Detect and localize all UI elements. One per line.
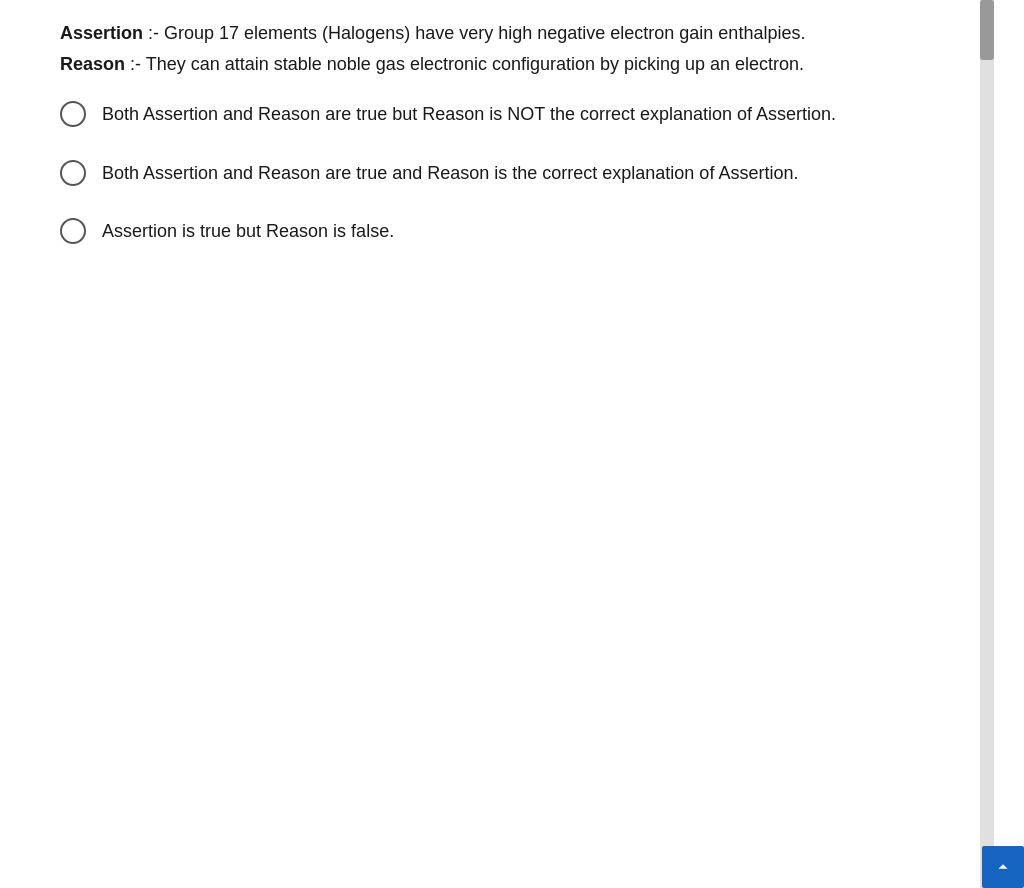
assertion-label: Assertion (60, 23, 143, 43)
assertion-text: Group 17 elements (Halogens) have very h… (164, 23, 805, 43)
radio-option-3[interactable] (60, 218, 86, 244)
reason-label: Reason (60, 54, 125, 74)
chevron-up-icon (992, 856, 1014, 878)
reason-text: They can attain stable noble gas electro… (146, 54, 804, 74)
option-text-3: Assertion is true but Reason is false. (102, 216, 952, 247)
option-item-2[interactable]: Both Assertion and Reason are true and R… (60, 158, 952, 189)
scrollbar-thumb[interactable] (980, 0, 994, 60)
question-block: Assertion :- Group 17 elements (Halogens… (60, 18, 952, 79)
content-area: Assertion :- Group 17 elements (Halogens… (0, 0, 980, 888)
radio-option-1[interactable] (60, 101, 86, 127)
nav-up-button[interactable] (982, 846, 1024, 888)
scrollbar[interactable] (980, 0, 994, 888)
assertion-separator: :- (143, 23, 164, 43)
options-list: Both Assertion and Reason are true but R… (60, 99, 952, 247)
option-item-3[interactable]: Assertion is true but Reason is false. (60, 216, 952, 247)
reason-separator: :- (125, 54, 146, 74)
radio-option-2[interactable] (60, 160, 86, 186)
question-text: Assertion :- Group 17 elements (Halogens… (60, 18, 952, 79)
page-container: Assertion :- Group 17 elements (Halogens… (0, 0, 1024, 888)
option-text-1: Both Assertion and Reason are true but R… (102, 99, 952, 130)
option-item-1[interactable]: Both Assertion and Reason are true but R… (60, 99, 952, 130)
option-text-2: Both Assertion and Reason are true and R… (102, 158, 952, 189)
